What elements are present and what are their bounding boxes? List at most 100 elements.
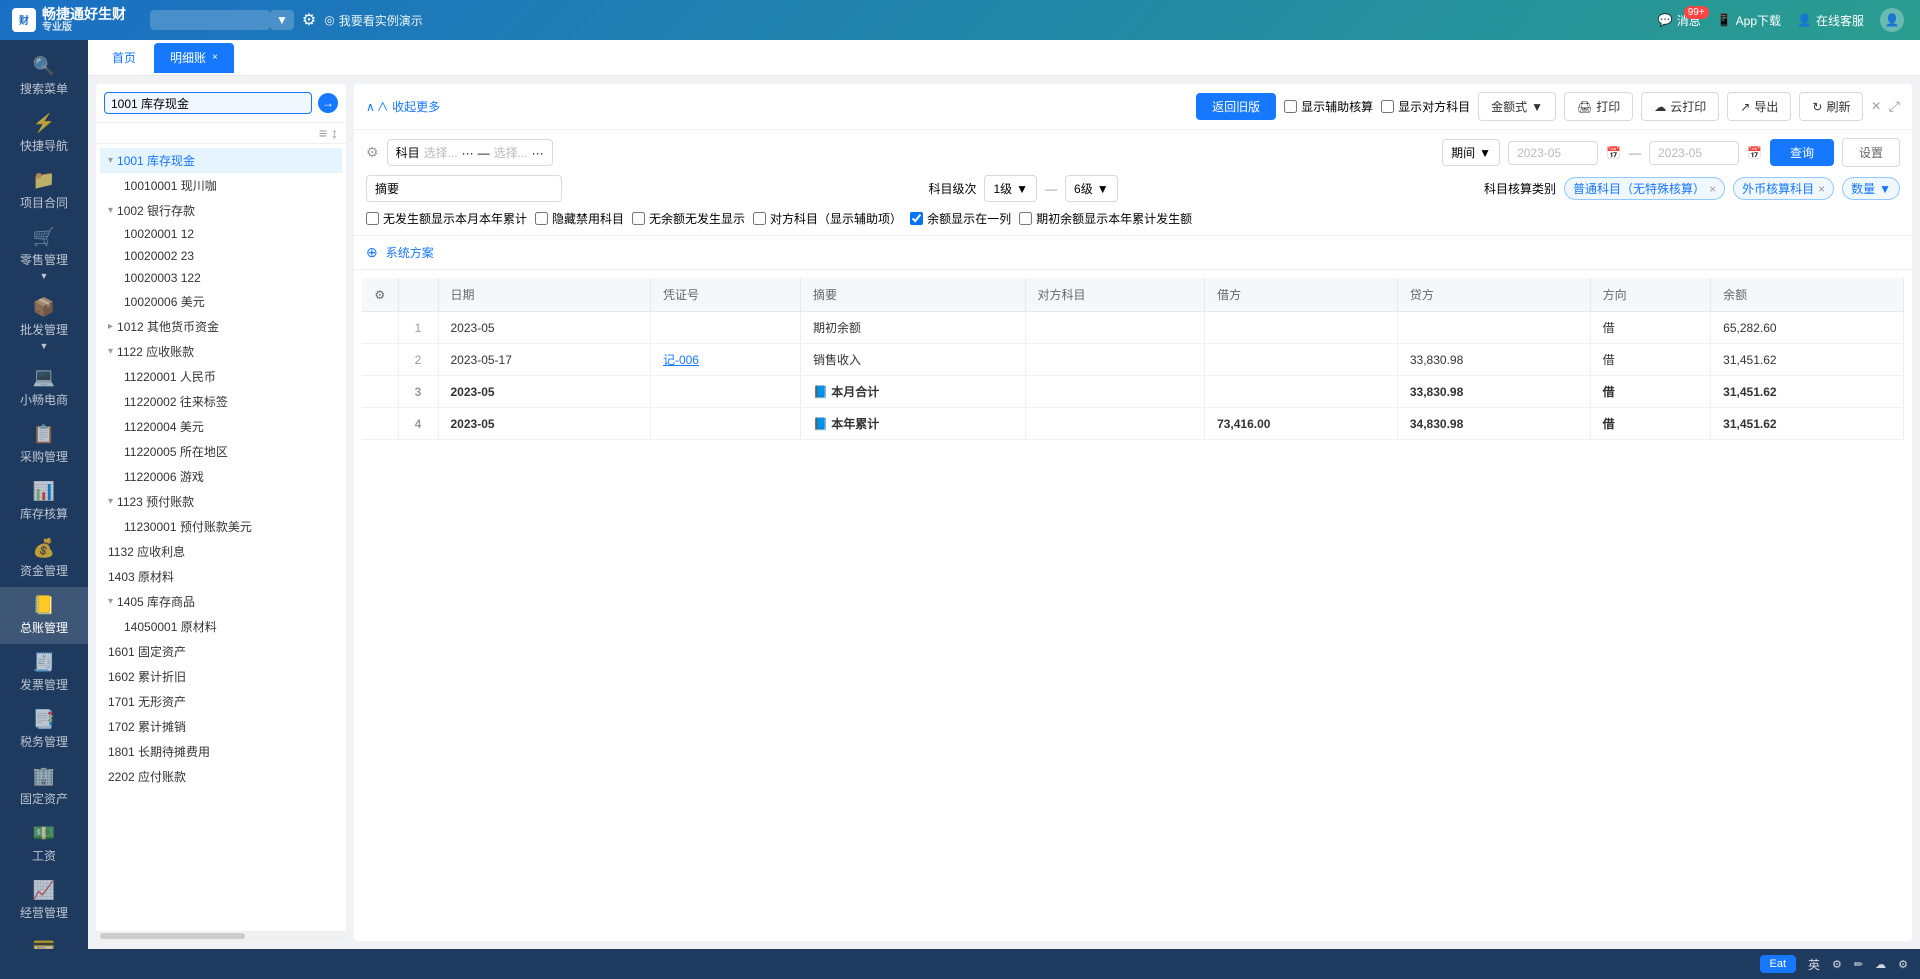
tree-item-1702[interactable]: 1702 累计摊销 (100, 714, 342, 739)
tree-item-11220006[interactable]: 11220006 游戏 (100, 464, 342, 489)
english-btn[interactable]: 英 (1808, 956, 1820, 973)
period-calendar-icon[interactable]: 📅 (1606, 146, 1621, 160)
tree-item-10020002[interactable]: 10020002 23 (100, 245, 342, 267)
subject-filter-select[interactable]: 科目 选择... ··· — 选择... ··· (387, 139, 553, 166)
period-calendar-icon2[interactable]: 📅 (1747, 146, 1762, 160)
tree-item-10020001[interactable]: 10020001 12 (100, 223, 342, 245)
filter-settings-icon[interactable]: ⚙ (366, 144, 379, 161)
panel-expand-btn[interactable]: ⤢ (1889, 98, 1900, 115)
tree-item-1701[interactable]: 1701 无形资产 (100, 689, 342, 714)
sidebar-item-project[interactable]: 📁 项目合同 (0, 162, 88, 219)
settings-btn[interactable]: 设置 (1842, 138, 1900, 167)
check-balance-one-col-input[interactable] (910, 212, 923, 225)
gear-icon[interactable]: ⚙ (302, 10, 316, 30)
tree-item-11220002[interactable]: 11220002 往来标签 (100, 389, 342, 414)
tree-item-11220001[interactable]: 11220001 人民币 (100, 364, 342, 389)
tag-normal-close[interactable]: × (1709, 182, 1716, 196)
status-icon-1[interactable]: ⚙ (1832, 958, 1842, 971)
check-no-contra-input[interactable] (632, 212, 645, 225)
service-action[interactable]: 👤 在线客服 (1797, 12, 1864, 29)
sidebar-item-ecommerce[interactable]: 💻 小畅电商 (0, 359, 88, 416)
tree-item-1801[interactable]: 1801 长期待摊费用 (100, 739, 342, 764)
voucher-link-2[interactable]: 记-006 (663, 353, 699, 367)
tree-item-11220005[interactable]: 11220005 所在地区 (100, 439, 342, 464)
tree-scrollbar-x[interactable] (96, 931, 346, 941)
account-search-confirm-btn[interactable]: → (318, 93, 338, 113)
eat-btn[interactable]: Eat (1760, 955, 1797, 973)
account-search-input[interactable] (104, 92, 312, 114)
tree-item-1601[interactable]: 1601 固定资产 (100, 639, 342, 664)
summary-input[interactable] (403, 182, 553, 196)
sidebar-item-management[interactable]: 📈 经营管理 (0, 872, 88, 929)
tab-ledger[interactable]: 明细账 × (154, 43, 234, 73)
tree-item-1132[interactable]: 1132 应收利息 (100, 539, 342, 564)
tree-item-1403[interactable]: 1403 原材料 (100, 564, 342, 589)
th-settings[interactable]: ⚙ (362, 278, 398, 312)
back-oldversion-btn[interactable]: 返回旧版 (1196, 93, 1276, 120)
tree-item-14050001[interactable]: 14050001 原材料 (100, 614, 342, 639)
tree-item-11230001[interactable]: 11230001 预付账款美元 (100, 514, 342, 539)
expand-filter-btn[interactable]: ∧ ∧ 收起更多 (366, 98, 440, 115)
demo-link[interactable]: ◎ 我要看实例演示 (324, 12, 423, 29)
tree-sort-icon[interactable]: ↕ (331, 125, 338, 141)
sidebar-item-capital[interactable]: 💰 资金管理 (0, 530, 88, 587)
cloud-print-btn[interactable]: ☁ 云打印 (1641, 92, 1719, 121)
check-no-balance-input[interactable] (366, 212, 379, 225)
status-icon-4[interactable]: ⚙ (1898, 958, 1908, 971)
user-action[interactable]: 👤 (1880, 8, 1908, 32)
tree-item-1001[interactable]: ▾ 1001 库存现金 (100, 148, 342, 173)
export-btn[interactable]: ↗ 导出 (1727, 92, 1791, 121)
period-end-input[interactable] (1649, 141, 1739, 165)
sidebar-item-search[interactable]: 🔍 搜索菜单 (0, 48, 88, 105)
query-btn[interactable]: 查询 (1770, 139, 1834, 166)
sidebar-item-invoice[interactable]: 🧾 发票管理 (0, 644, 88, 701)
status-icon-2[interactable]: ✏ (1854, 958, 1863, 971)
tree-item-10010001[interactable]: 10010001 现川咖 (100, 173, 342, 198)
tree-item-1122[interactable]: ▾ 1122 应收账款 (100, 339, 342, 364)
tree-item-10020006[interactable]: 10020006 美元 (100, 289, 342, 314)
check-initial-input[interactable] (1019, 212, 1032, 225)
sidebar-item-inventory[interactable]: 📊 库存核算 (0, 473, 88, 530)
tree-item-1012[interactable]: ▸ 1012 其他货币资金 (100, 314, 342, 339)
tree-item-1002[interactable]: ▾ 1002 银行存款 (100, 198, 342, 223)
tree-item-2202[interactable]: 2202 应付账款 (100, 764, 342, 789)
period-start-input[interactable] (1508, 141, 1598, 165)
top-search-input[interactable] (150, 10, 270, 30)
tag-normal[interactable]: 普通科目（无特殊核算） × (1564, 177, 1725, 200)
tree-item-1405[interactable]: ▾ 1405 库存商品 (100, 589, 342, 614)
sidebar-item-accounting[interactable]: 📒 总账管理 (0, 587, 88, 644)
check-hide-disabled-input[interactable] (535, 212, 548, 225)
view-mode-btn[interactable]: 金额式 ▼ (1478, 92, 1556, 121)
tag-foreign[interactable]: 外币核算科目 × (1733, 177, 1834, 200)
check-contra-subject-input[interactable] (753, 212, 766, 225)
subject-level-start-select[interactable]: 1级 ▼ (984, 175, 1037, 202)
tree-list-icon[interactable]: ≡ (319, 125, 327, 141)
tag-foreign-close[interactable]: × (1818, 182, 1825, 196)
tab-home[interactable]: 首页 (96, 43, 152, 73)
print-btn[interactable]: 🖨 打印 (1564, 92, 1633, 121)
period-filter-select[interactable]: 期间 ▼ (1442, 139, 1500, 166)
table-settings-icon[interactable]: ⚙ (374, 288, 385, 302)
tree-item-10020003[interactable]: 10020003 122 (100, 267, 342, 289)
show-contra-checkbox[interactable] (1381, 100, 1394, 113)
sidebar-item-wholesale[interactable]: 📦 批发管理 ▼ (0, 289, 88, 359)
tab-close-icon[interactable]: × (212, 52, 218, 63)
status-icon-3[interactable]: ☁ (1875, 958, 1886, 971)
sidebar-item-sales[interactable]: 💳 小畅报销 (0, 929, 88, 949)
download-action[interactable]: 📱 App下载 (1717, 12, 1781, 29)
sidebar-item-assets[interactable]: 🏢 固定资产 (0, 758, 88, 815)
summary-filter[interactable]: 摘要 (366, 175, 562, 202)
tree-item-11220004[interactable]: 11220004 美元 (100, 414, 342, 439)
panel-close-btn[interactable]: × (1871, 98, 1880, 116)
show-aux-checkbox[interactable] (1284, 100, 1297, 113)
refresh-btn[interactable]: ↻ 刷新 (1799, 92, 1863, 121)
message-action[interactable]: 💬 消息 99+ (1658, 12, 1701, 29)
solution-link[interactable]: 系统方案 (386, 244, 434, 261)
sidebar-item-purchase[interactable]: 📋 采购管理 (0, 416, 88, 473)
tag-quantity[interactable]: 数量 ▼ (1842, 177, 1900, 200)
sidebar-item-retail[interactable]: 🛒 零售管理 ▼ (0, 219, 88, 289)
sidebar-item-quicknav[interactable]: ⚡ 快捷导航 (0, 105, 88, 162)
dropdown-button[interactable]: ▼ (270, 10, 294, 30)
subject-level-end-select[interactable]: 6级 ▼ (1065, 175, 1118, 202)
tree-item-1602[interactable]: 1602 累计折旧 (100, 664, 342, 689)
